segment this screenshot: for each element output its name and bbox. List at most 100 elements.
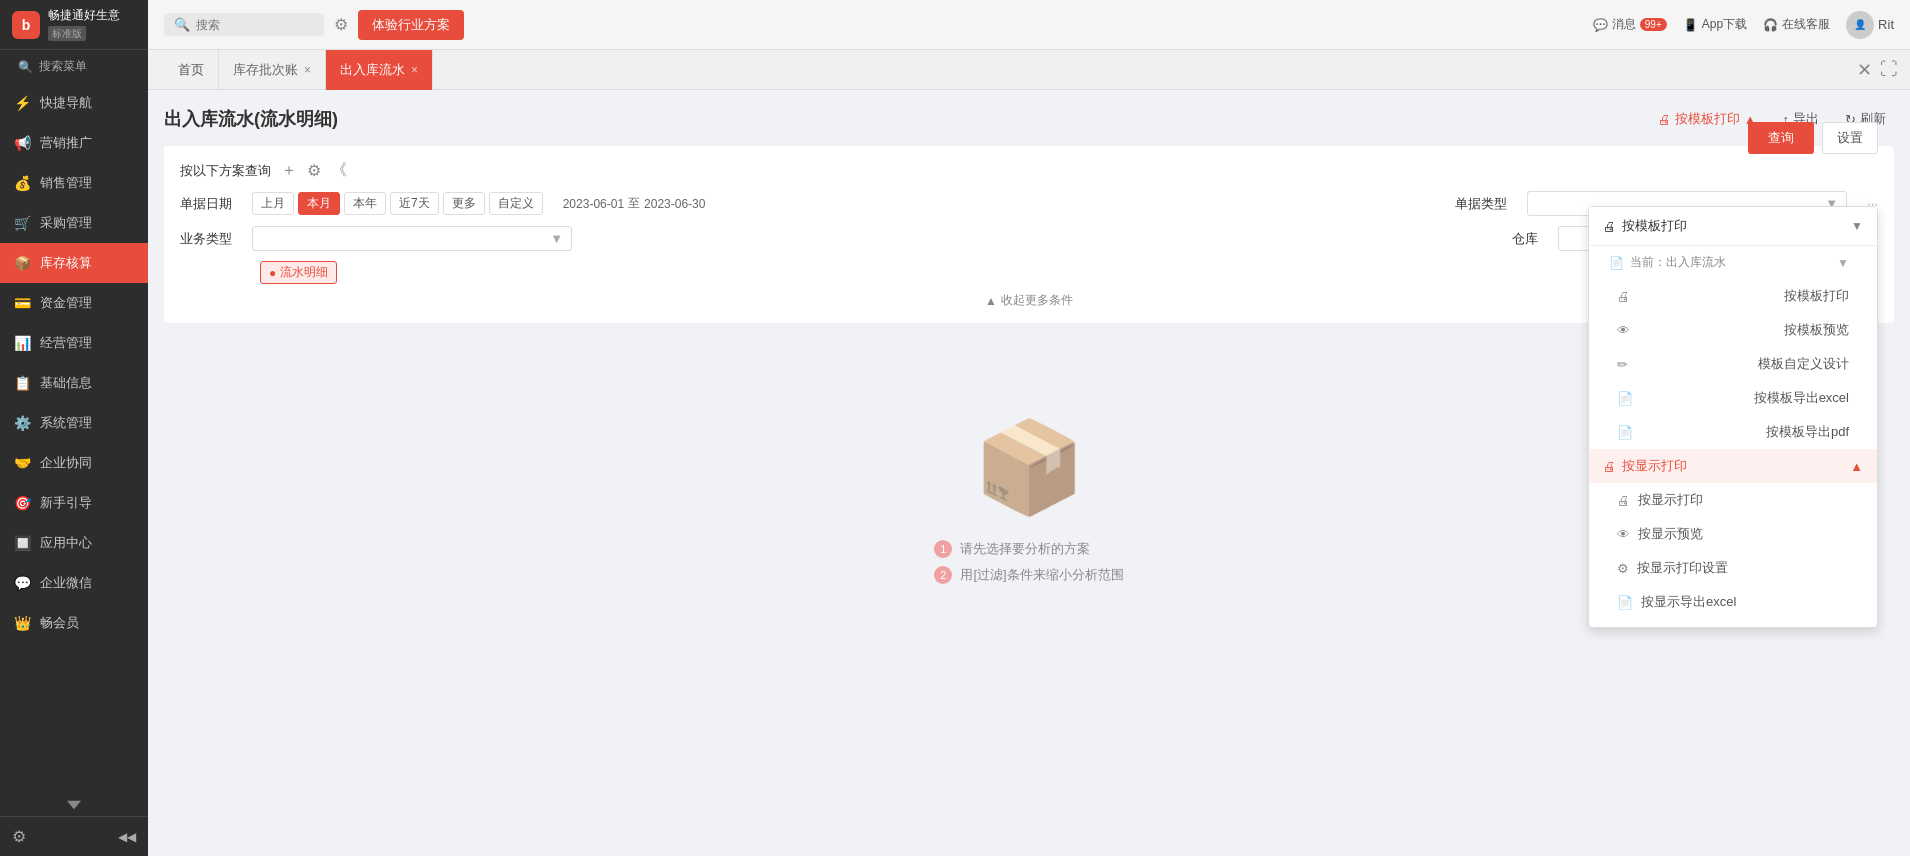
header-search-box[interactable]: 🔍 <box>164 13 324 36</box>
tab-restore-btn[interactable]: ✕ <box>1857 59 1872 81</box>
guide-label: 新手引导 <box>40 494 92 512</box>
tab-flow-close[interactable]: × <box>411 63 418 77</box>
sidebar-item-operations[interactable]: 📊 经营管理 <box>0 323 148 363</box>
sidebar-item-sales[interactable]: 💰 销售管理 <box>0 163 148 203</box>
dropdown-display-preview[interactable]: 👁 按显示预览 <box>1589 517 1877 551</box>
print-template-label: 按模板打印 <box>1675 110 1740 128</box>
dropdown-display-settings[interactable]: ⚙ 按显示打印设置 <box>1589 551 1877 585</box>
header-search-input[interactable] <box>196 18 296 32</box>
filter-date-buttons: 上月 本月 本年 近7天 更多 自定义 <box>252 192 543 215</box>
messages-label: 消息 <box>1612 16 1636 33</box>
empty-step-2-text: 用[过滤]条件来缩小分析范围 <box>960 566 1123 584</box>
dropdown-template-print[interactable]: 🖨 按模板打印 <box>1589 279 1877 313</box>
sidebar-item-enterprise-wechat[interactable]: 💬 企业微信 <box>0 563 148 603</box>
sidebar-item-guide[interactable]: 🎯 新手引导 <box>0 483 148 523</box>
display-print-title: 🖨 按显示打印 <box>1603 457 1687 475</box>
dropdown-display-export-pdf[interactable]: 📄 按显示导出pdf <box>1589 619 1877 627</box>
user-profile-item[interactable]: 👤 Rit <box>1846 11 1894 39</box>
date-range-display: 2023-06-01 至 2023-06-30 <box>563 195 706 212</box>
sidebar-item-basic-info[interactable]: 📋 基础信息 <box>0 363 148 403</box>
tabs-bar: 首页 库存批次账 × 出入库流水 × ✕ ⛶ <box>148 50 1910 90</box>
date-btn-this-month[interactable]: 本月 <box>298 192 340 215</box>
pdf-icon-1: 📄 <box>1617 425 1633 440</box>
sidebar-item-marketing[interactable]: 📢 营销推广 <box>0 123 148 163</box>
cooperation-icon: 🤝 <box>12 453 32 473</box>
messages-item[interactable]: 💬 消息 99+ <box>1593 16 1667 33</box>
user-name-label: Rit <box>1878 17 1894 32</box>
sidebar-item-inventory[interactable]: 📦 库存核算 <box>0 243 148 283</box>
date-btn-custom[interactable]: 自定义 <box>489 192 543 215</box>
filter-settings-icon[interactable]: ⚙ <box>307 161 321 180</box>
current-template-item[interactable]: 📄 当前：出入库流水 ▼ <box>1589 246 1877 279</box>
chevron-up-collapse-icon: ▲ <box>985 294 997 308</box>
settings-icon[interactable]: ⚙ <box>12 827 26 846</box>
tab-batch-account[interactable]: 库存批次账 × <box>219 50 326 90</box>
filter-collapse-icon[interactable]: 《 <box>331 160 347 181</box>
settings-button[interactable]: 设置 <box>1822 122 1878 154</box>
dropdown-template-export-excel[interactable]: 📄 按模板导出excel <box>1589 381 1877 415</box>
empty-icon: 📦 <box>973 415 1085 520</box>
date-start[interactable]: 2023-06-01 <box>563 197 624 211</box>
online-service-label: 在线客服 <box>1782 16 1830 33</box>
preview-icon-1: 👁 <box>1617 323 1630 338</box>
tab-home[interactable]: 首页 <box>164 50 219 90</box>
sidebar-search-item[interactable]: 🔍 搜索菜单 <box>0 50 148 83</box>
collapse-sidebar-icon[interactable]: ◀◀ <box>118 830 136 844</box>
enterprise-wechat-icon: 💬 <box>12 573 32 593</box>
online-service-item[interactable]: 🎧 在线客服 <box>1763 16 1830 33</box>
sidebar-item-system[interactable]: ⚙️ 系统管理 <box>0 403 148 443</box>
filter-date-label: 单据日期 <box>180 195 232 213</box>
sidebar-item-app-center[interactable]: 🔲 应用中心 <box>0 523 148 563</box>
app-center-label: 应用中心 <box>40 534 92 552</box>
date-end[interactable]: 2023-06-30 <box>644 197 705 211</box>
membership-label: 畅会员 <box>40 614 79 632</box>
display-settings-item-label: 按显示打印设置 <box>1637 559 1728 577</box>
sidebar-scroll-down[interactable] <box>0 794 148 816</box>
date-btn-7days[interactable]: 近7天 <box>390 192 439 215</box>
flow-tag[interactable]: ● 流水明细 <box>260 261 337 284</box>
sidebar-footer: ⚙ ◀◀ <box>0 816 148 856</box>
tab-batch-close[interactable]: × <box>304 63 311 77</box>
dropdown-template-header[interactable]: 🖨 按模板打印 ▼ <box>1589 207 1877 246</box>
sidebar-item-membership[interactable]: 👑 畅会员 <box>0 603 148 643</box>
excel-icon-1: 📄 <box>1617 391 1633 406</box>
printer-dropdown-icon: 🖨 <box>1603 219 1616 234</box>
tab-maximize-btn[interactable]: ⛶ <box>1880 59 1898 80</box>
dropdown-template-preview[interactable]: 👁 按模板预览 <box>1589 313 1877 347</box>
app-download-item[interactable]: 📱 App下载 <box>1683 16 1747 33</box>
sidebar-item-cooperation[interactable]: 🤝 企业协同 <box>0 443 148 483</box>
empty-step-1-text: 请先选择要分析的方案 <box>960 540 1090 558</box>
date-btn-this-year[interactable]: 本年 <box>344 192 386 215</box>
printer-display-icon: 🖨 <box>1603 459 1616 474</box>
dropdown-display-export-excel[interactable]: 📄 按显示导出excel <box>1589 585 1877 619</box>
tab-inventory-flow[interactable]: 出入库流水 × <box>326 50 433 90</box>
date-btn-last-month[interactable]: 上月 <box>252 192 294 215</box>
empty-step-1: 1 请先选择要分析的方案 <box>934 540 1123 558</box>
collapse-btn-label: 收起更多条件 <box>1001 292 1073 309</box>
headset-icon: 🎧 <box>1763 18 1778 32</box>
template-chevron-down: ▼ <box>1851 219 1863 233</box>
date-btn-more[interactable]: 更多 <box>443 192 485 215</box>
cooperation-label: 企业协同 <box>40 454 92 472</box>
filter-business-select[interactable]: ▼ <box>252 226 572 251</box>
app-logo-text: 畅捷通好生意 标准版 <box>48 8 120 41</box>
sidebar-nav: ⚡ 快捷导航 📢 营销推广 💰 销售管理 🛒 采购管理 📦 库存核算 💳 资金管… <box>0 83 148 794</box>
dropdown-template-export-pdf[interactable]: 📄 按模板导出pdf <box>1589 415 1877 449</box>
header-gear-icon[interactable]: ⚙ <box>334 15 348 34</box>
dropdown-display-print[interactable]: 🖨 按显示打印 <box>1589 483 1877 517</box>
dropdown-display-section-header[interactable]: 🖨 按显示打印 ▲ <box>1589 449 1877 483</box>
page-header: 出入库流水(流水明细) 🖨 按模板打印 ▲ ↑ 导出 ↻ 刷新 <box>164 106 1894 132</box>
quick-nav-label: 快捷导航 <box>40 94 92 112</box>
sidebar-item-purchase[interactable]: 🛒 采购管理 <box>0 203 148 243</box>
empty-step-2: 2 用[过滤]条件来缩小分析范围 <box>934 566 1123 584</box>
sidebar-item-finance[interactable]: 💳 资金管理 <box>0 283 148 323</box>
query-button[interactable]: 查询 <box>1748 122 1814 154</box>
current-template-label: 当前：出入库流水 <box>1630 254 1726 271</box>
sidebar-item-quick-nav[interactable]: ⚡ 快捷导航 <box>0 83 148 123</box>
flow-tag-icon: ● <box>269 266 276 280</box>
industry-solution-button[interactable]: 体验行业方案 <box>358 10 464 40</box>
print-icon-1: 🖨 <box>1617 289 1630 304</box>
filter-add-icon[interactable]: ＋ <box>281 160 297 181</box>
operations-label: 经营管理 <box>40 334 92 352</box>
dropdown-template-custom[interactable]: ✏ 模板自定义设计 <box>1589 347 1877 381</box>
